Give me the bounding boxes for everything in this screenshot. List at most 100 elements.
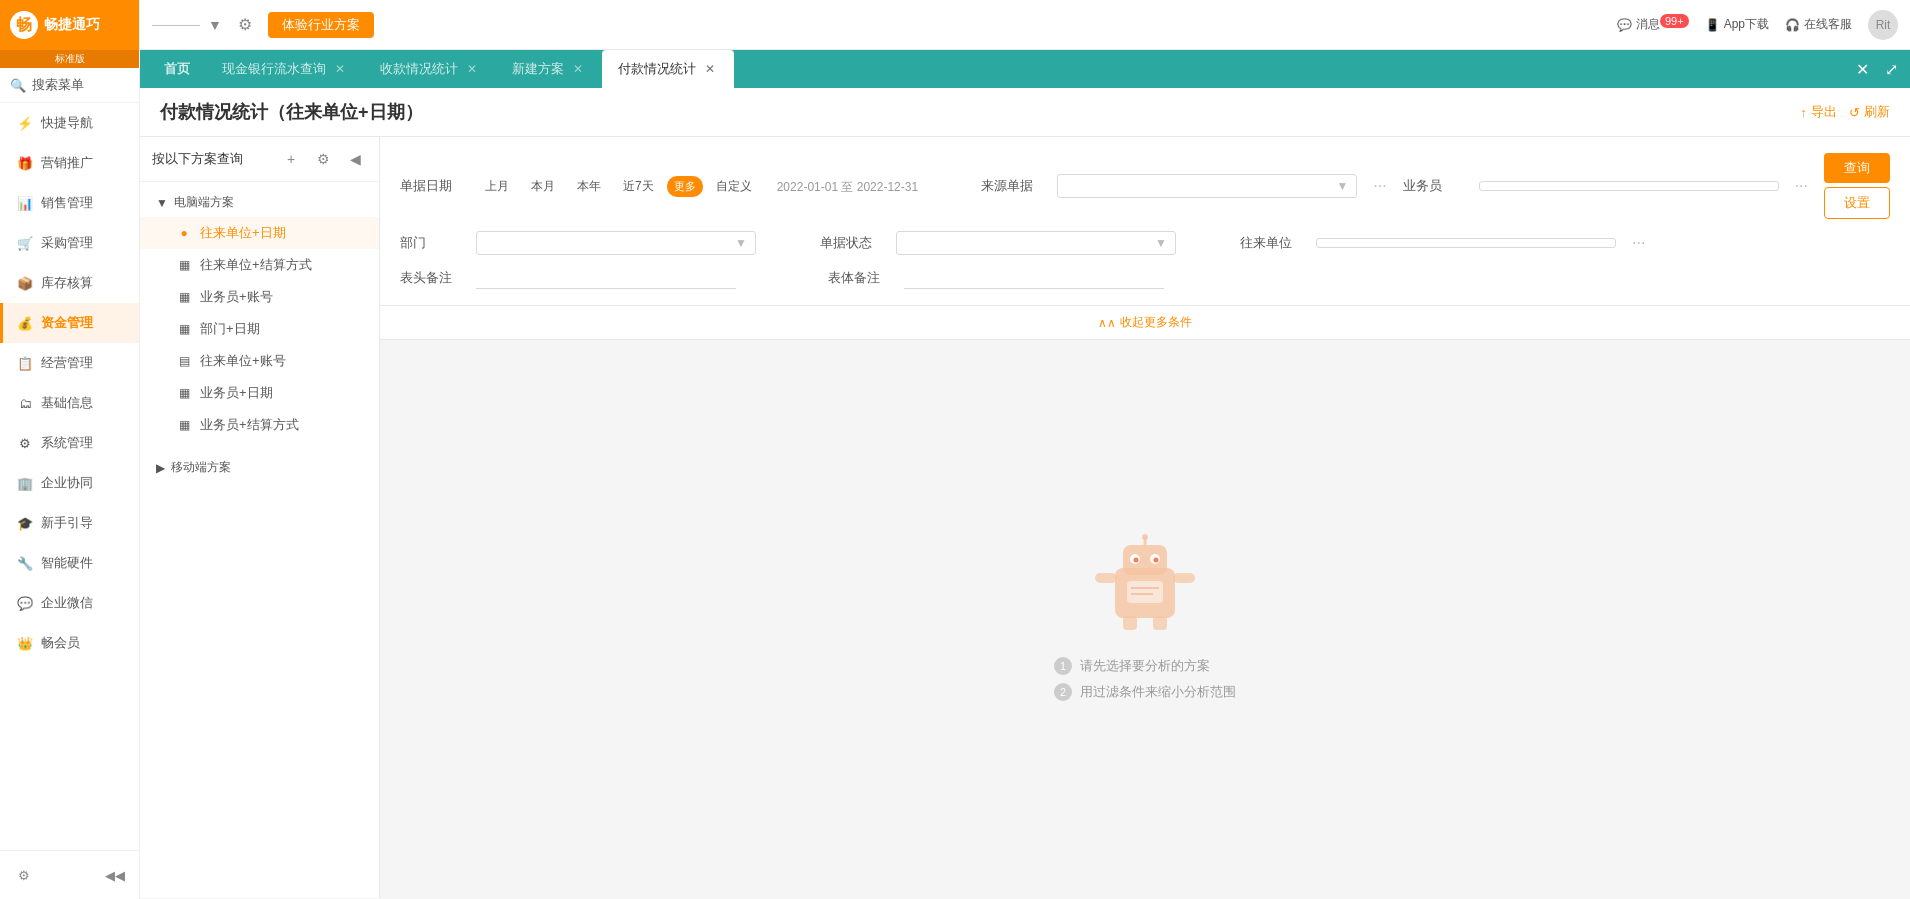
scheme-settings-btn[interactable]: ⚙ [311,147,335,171]
source-dots[interactable]: ··· [1373,177,1386,195]
page-header: 付款情况统计（往来单位+日期） ↑ 导出 ↺ 刷新 [140,88,1910,137]
sidebar-item-system[interactable]: ⚙系统管理 [0,423,139,463]
sidebar-label-system: 系统管理 [41,434,93,452]
close-all-tabs-btn[interactable]: ✕ [1852,56,1873,83]
custom-btn[interactable]: 自定义 [707,175,761,198]
app-download-btn[interactable]: 📱 App下载 [1705,16,1769,33]
add-scheme-btn[interactable]: + [279,147,303,171]
tab-receivables[interactable]: 收款情况统计 ✕ [364,50,496,88]
sidebar-item-marketing[interactable]: 🎁营销推广 [0,143,139,183]
sidebar-item-sales[interactable]: 📊销售管理 [0,183,139,223]
sidebar-item-operations[interactable]: 📋经营管理 [0,343,139,383]
breadcrumb-chevron[interactable]: ▼ [208,17,222,33]
sidebar-item-finance[interactable]: 💰资金管理 [0,303,139,343]
sidebar-item-quick-nav[interactable]: ⚡快捷导航 [0,103,139,143]
logo-main: 畅捷通巧 [44,17,100,32]
query-btn[interactable]: 查询 [1824,153,1890,183]
collapse-bar[interactable]: ∧∧ 收起更多条件 [380,306,1910,340]
topbar-gear-btn[interactable]: ⚙ [230,10,260,40]
sidebar-label-quick-nav: 快捷导航 [41,114,93,132]
customer-service-btn[interactable]: 🎧 在线客服 [1785,16,1852,33]
tip-num-2: 2 [1054,683,1072,701]
scheme-item-unit-account[interactable]: ▤往来单位+账号 [140,345,379,377]
export-btn[interactable]: ↑ 导出 [1801,103,1838,121]
scheme-icon-staff-account: ▦ [176,289,192,305]
last-7-btn[interactable]: 近7天 [614,175,663,198]
sidebar-item-enterprise[interactable]: 🏢企业协同 [0,463,139,503]
sidebar-label-wechat: 企业微信 [41,594,93,612]
tab-home[interactable]: 首页 [148,50,206,88]
filter-area: 单据日期 上月 本月 本年 近7天 更多 自定义 2022-01-01 至 20… [380,137,1910,306]
tab-new-scheme[interactable]: 新建方案✕ [496,50,602,88]
this-year-btn[interactable]: 本年 [568,175,610,198]
trial-btn[interactable]: 体验行业方案 [268,12,374,38]
scheme-icon-staff-settlement: ▦ [176,417,192,433]
desktop-group-title[interactable]: ▼ 电脑端方案 [140,188,379,217]
sidebar-item-member[interactable]: 👑畅会员 [0,623,139,663]
scheme-icon-staff-date: ▦ [176,385,192,401]
sidebar-label-hardware: 智能硬件 [41,554,93,572]
partner-dots[interactable]: ··· [1632,234,1645,252]
scheme-item-staff-account[interactable]: ▦业务员+账号 [140,281,379,313]
collapse-left-btn[interactable]: ◀ [343,147,367,171]
logo-icon: 畅 [10,11,38,39]
search-menu[interactable]: 🔍 搜索菜单 [0,68,139,103]
sidebar-nav: ⚡快捷导航🎁营销推广📊销售管理 🛒 采购管理 📦库存核算💰资金管理📋经营管理🗂基础信息… [0,103,139,850]
table-header-notes-label: 表头备注 [400,269,460,287]
tabs-right-actions: ✕ ⤢ [1852,56,1902,83]
sidebar-item-basic[interactable]: 🗂基础信息 [0,383,139,423]
refresh-btn[interactable]: ↺ 刷新 [1849,103,1890,121]
sidebar-item-wechat[interactable]: 💬企业微信 [0,583,139,623]
scheme-item-unit-date[interactable]: ●往来单位+日期 [140,217,379,249]
chevron-icon: ▼ [156,196,168,210]
close-tab-bank[interactable]: ✕ [332,61,348,77]
enterprise-icon: 🏢 [15,473,35,493]
table-body-notes-input[interactable] [904,267,1164,289]
messages-btn[interactable]: 💬 消息 99+ [1617,16,1689,33]
dept-select[interactable]: ▼ [476,231,756,255]
user-avatar[interactable]: Rit [1868,10,1898,40]
sidebar-item-purchase[interactable]: 🛒 采购管理 [0,223,139,263]
chevron-right-icon: ▶ [156,461,165,475]
purchase-icon: 🛒 [15,233,35,253]
maximize-btn[interactable]: ⤢ [1881,56,1902,83]
content-body: 按以下方案查询 + ⚙ ◀ ▼ 电脑端方案 ●往来单位+日期▦往来单位+结算方式… [140,137,1910,898]
sidebar-label-purchase: 采购管理 [41,234,93,252]
headset-icon: 🎧 [1785,18,1800,32]
close-tab-receivables[interactable]: ✕ [464,61,480,77]
tab-payments[interactable]: 付款情况统计✕ [602,50,734,88]
svg-point-4 [1134,558,1139,563]
scheme-item-dept-date[interactable]: ▦部门+日期 [140,313,379,345]
guide-icon: 🎓 [15,513,35,533]
mobile-group-title[interactable]: ▶ 移动端方案 [140,453,379,482]
last-month-btn[interactable]: 上月 [476,175,518,198]
tab-label-bank: 现金银行流水查询 [222,60,326,78]
close-tab-payments[interactable]: ✕ [702,61,718,77]
filter-row-2: 部门 ▼ 单据状态 ▼ 往来单位 [400,231,1890,255]
tab-label-receivables: 收款情况统计 [380,60,458,78]
sidebar-item-inventory[interactable]: 📦库存核算 [0,263,139,303]
source-select[interactable]: ▼ [1057,174,1357,198]
svg-point-5 [1154,558,1159,563]
scheme-item-staff-date[interactable]: ▦业务员+日期 [140,377,379,409]
close-tab-new-scheme[interactable]: ✕ [570,61,586,77]
more-btn[interactable]: 更多 [667,176,703,197]
tab-bank[interactable]: 现金银行流水查询 ✕ [206,50,364,88]
staff-select[interactable] [1479,181,1779,191]
robot-svg [1085,533,1205,633]
scheme-item-unit-settlement[interactable]: ▦往来单位+结算方式 [140,249,379,281]
voucher-status-select[interactable]: ▼ [896,231,1176,255]
empty-tips: 1 请先选择要分析的方案 2 用过滤条件来缩小分析范围 [1054,653,1236,705]
settings-btn[interactable]: 设置 [1824,187,1890,219]
collapse-sidebar-btn[interactable]: ◀◀ [99,859,131,891]
scheme-item-staff-settlement[interactable]: ▦业务员+结算方式 [140,409,379,441]
finance-icon: 💰 [15,313,35,333]
this-month-btn[interactable]: 本月 [522,175,564,198]
sidebar-item-hardware[interactable]: 🔧智能硬件 [0,543,139,583]
sidebar-item-guide[interactable]: 🎓新手引导 [0,503,139,543]
scheme-icon-unit-date: ● [176,225,192,241]
settings-bottom-btn[interactable]: ⚙ [8,859,40,891]
table-header-notes-input[interactable] [476,267,736,289]
staff-dots[interactable]: ··· [1795,177,1808,195]
partner-select[interactable] [1316,238,1616,248]
